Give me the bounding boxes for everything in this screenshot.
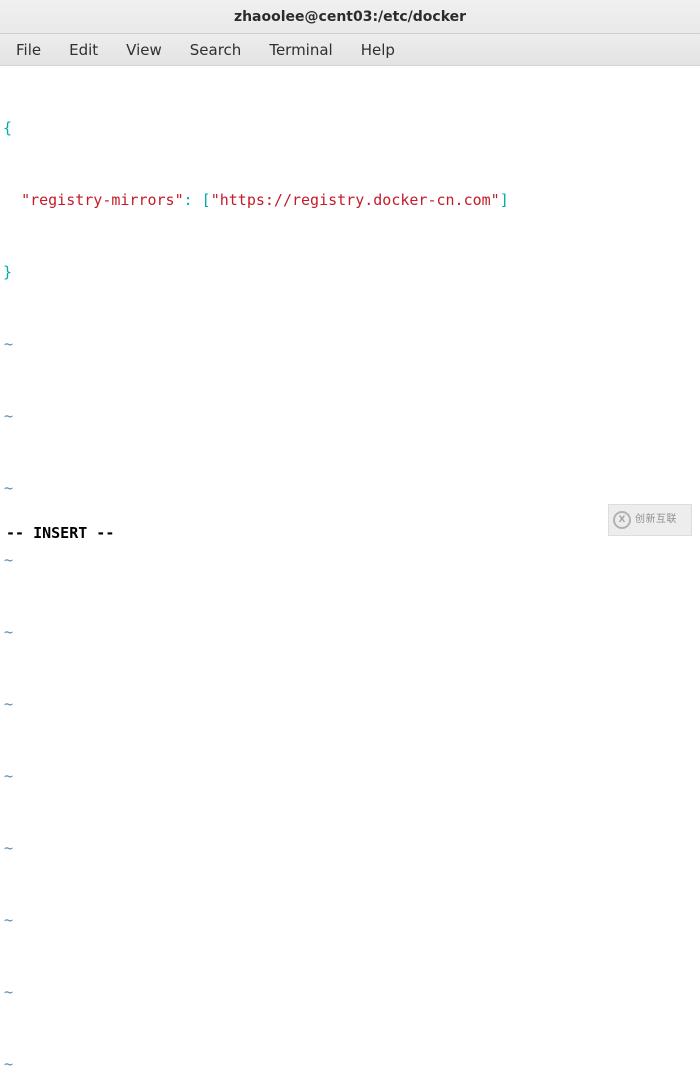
tilde-line: ~ xyxy=(3,908,697,932)
watermark-logo-icon: X xyxy=(613,511,631,529)
vim-mode-indicator: -- INSERT -- xyxy=(6,524,114,542)
tilde-line: ~ xyxy=(3,764,697,788)
json-key: "registry-mirrors" xyxy=(21,191,184,209)
bracket-close: ] xyxy=(500,191,509,209)
json-sep: : [ xyxy=(184,191,211,209)
tilde-line: ~ xyxy=(3,980,697,1004)
tilde-line: ~ xyxy=(3,476,697,500)
code-line-1: { xyxy=(3,116,697,140)
tilde-line: ~ xyxy=(3,404,697,428)
editor-area[interactable]: { "registry-mirrors": ["https://registry… xyxy=(0,66,700,544)
watermark-text: 创新互联 xyxy=(635,515,677,525)
menu-edit[interactable]: Edit xyxy=(57,36,110,64)
menubar: File Edit View Search Terminal Help xyxy=(0,34,700,66)
menu-help[interactable]: Help xyxy=(349,36,407,64)
brace-open: { xyxy=(3,119,12,137)
menu-terminal[interactable]: Terminal xyxy=(257,36,344,64)
tilde-line: ~ xyxy=(3,692,697,716)
tilde-line: ~ xyxy=(3,1052,697,1076)
tilde-line: ~ xyxy=(3,836,697,860)
json-value: "https://registry.docker-cn.com" xyxy=(211,191,500,209)
menu-view[interactable]: View xyxy=(114,36,174,64)
code-line-3: } xyxy=(3,260,697,284)
menu-search[interactable]: Search xyxy=(178,36,254,64)
titlebar: zhaoolee@cent03:/etc/docker xyxy=(0,0,700,34)
brace-close: } xyxy=(3,263,12,281)
watermark: X 创新互联 xyxy=(608,504,692,536)
tilde-line: ~ xyxy=(3,548,697,572)
window-title: zhaoolee@cent03:/etc/docker xyxy=(234,9,466,25)
tilde-line: ~ xyxy=(3,332,697,356)
menu-file[interactable]: File xyxy=(4,36,53,64)
tilde-line: ~ xyxy=(3,620,697,644)
code-line-2: "registry-mirrors": ["https://registry.d… xyxy=(3,188,697,212)
